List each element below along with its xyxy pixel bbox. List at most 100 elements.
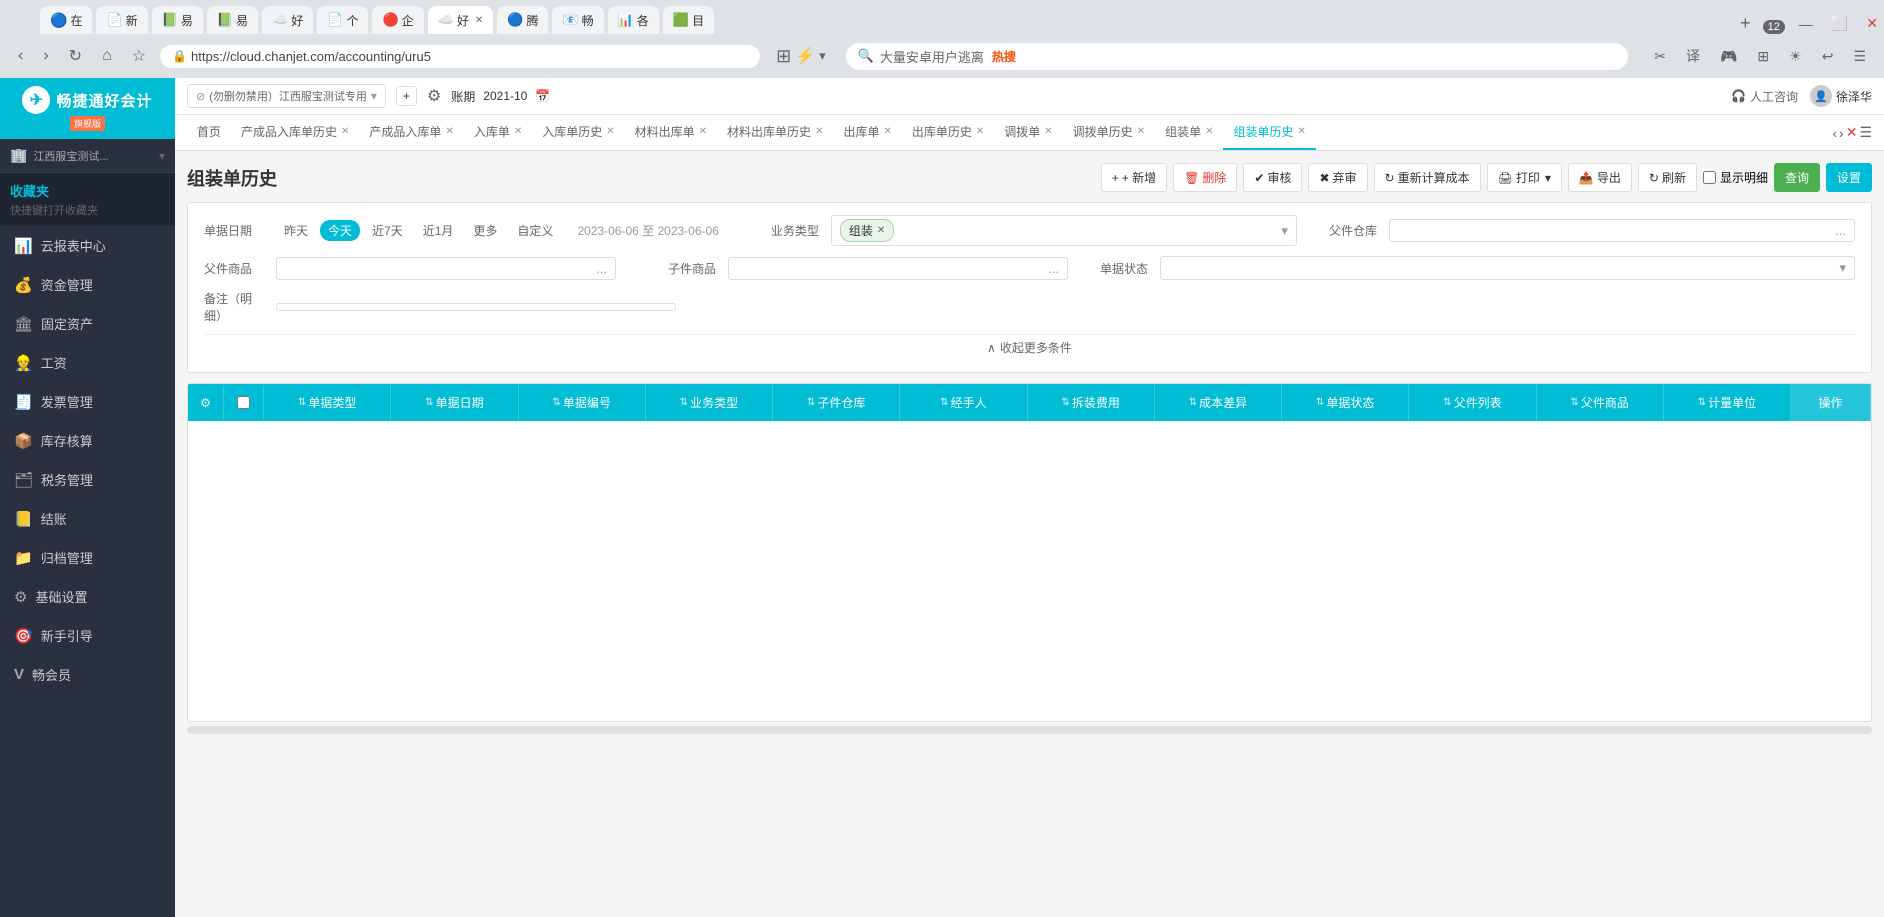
scissor-tool[interactable]: ✂ xyxy=(1648,46,1672,67)
sidebar-item-settlement[interactable]: 📒 结账 xyxy=(0,499,175,538)
sidebar-item-invoice[interactable]: 🧾 发票管理 xyxy=(0,382,175,421)
browser-tab-8[interactable]: ☁️ 好 ✕ xyxy=(428,6,494,34)
dropdown-icon[interactable]: ▾ xyxy=(819,48,826,64)
delete-button[interactable]: 🗑 删除 xyxy=(1173,163,1237,192)
tab-close-assemble[interactable]: ✕ xyxy=(1205,126,1213,137)
browser-tab-7[interactable]: 🔴 企 xyxy=(372,6,423,34)
user-info[interactable]: 👤 徐泽华 xyxy=(1810,85,1872,107)
page-tab-transfer-history[interactable]: 调拨单历史 ✕ xyxy=(1063,115,1155,150)
period-selector[interactable]: 账期 2021-10 📅 xyxy=(451,88,550,105)
tab-close-product-in[interactable]: ✕ xyxy=(445,126,453,137)
browser-tab-4[interactable]: 📗 易 xyxy=(207,6,258,34)
browser-tab-1[interactable]: 🔵 在 xyxy=(40,6,92,34)
sidebar-item-assets[interactable]: 🏛 固定资产 xyxy=(0,304,175,343)
tabs-scroll-right[interactable]: › xyxy=(1839,125,1844,141)
th-unit[interactable]: ⇅ 计量单位 xyxy=(1664,384,1791,421)
browser-tab-3[interactable]: 📗 易 xyxy=(152,6,203,34)
th-doc-type[interactable]: ⇅ 单据类型 xyxy=(264,384,391,421)
th-parent-list[interactable]: ⇅ 父件列表 xyxy=(1409,384,1536,421)
new-tab-button[interactable]: + xyxy=(1732,13,1759,34)
sidebar-item-tax[interactable]: 🗂 税务管理 xyxy=(0,460,175,499)
page-tab-inbound-history[interactable]: 入库单历史 ✕ xyxy=(532,115,624,150)
page-tab-material-out[interactable]: 材料出库单 ✕ xyxy=(625,115,717,150)
back-button[interactable]: ‹ xyxy=(12,43,29,69)
sidebar-favorites[interactable]: 收藏夹 快捷键打开收藏夹 xyxy=(0,173,175,226)
tab-close-material-out-history[interactable]: ✕ xyxy=(815,126,823,137)
tabs-close-current[interactable]: ✕ xyxy=(1846,124,1858,141)
settings-btn[interactable]: 设置 xyxy=(1826,163,1872,192)
recalculate-button[interactable]: ↻ 重新计算成本 xyxy=(1374,163,1481,192)
reload-button[interactable]: ↻ xyxy=(63,42,88,70)
parent-goods-input[interactable]: ... xyxy=(276,257,616,280)
child-goods-input[interactable]: ... xyxy=(728,257,1068,280)
tab-close-outbound[interactable]: ✕ xyxy=(883,126,891,137)
sidebar-item-archive[interactable]: 📁 归档管理 xyxy=(0,538,175,577)
game-tool[interactable]: 🎮 xyxy=(1714,46,1743,67)
query-button[interactable]: 查询 xyxy=(1774,163,1820,192)
url-bar[interactable]: 🔒 https://cloud.chanjet.com/accounting/u… xyxy=(160,45,760,68)
tab-close-inbound-history[interactable]: ✕ xyxy=(606,126,614,137)
forward-button[interactable]: › xyxy=(37,43,54,69)
biz-type-dropdown-icon[interactable]: ▾ xyxy=(1281,223,1288,239)
th-handler[interactable]: ⇅ 经手人 xyxy=(900,384,1027,421)
add-company-btn[interactable]: + xyxy=(396,86,417,106)
undo-tool[interactable]: ↩ xyxy=(1816,46,1840,67)
date-btn-7days[interactable]: 近7天 xyxy=(364,220,411,241)
parent-goods-dots[interactable]: ... xyxy=(596,261,607,276)
biz-type-remove-icon[interactable]: ✕ xyxy=(877,225,885,236)
date-btn-1month[interactable]: 近1月 xyxy=(415,220,462,241)
settings-gear-icon[interactable]: ⚙ xyxy=(427,86,441,106)
notes-input[interactable] xyxy=(276,303,676,311)
translate-tool[interactable]: 译 xyxy=(1680,44,1706,68)
tab-close-transfer-history[interactable]: ✕ xyxy=(1137,126,1145,137)
status-dropdown-icon[interactable]: ▾ xyxy=(1839,260,1846,276)
home-button[interactable]: ⌂ xyxy=(96,43,118,69)
collapse-button[interactable]: ∧ 收起更多条件 xyxy=(204,334,1855,360)
tab-close-assemble-history[interactable]: ✕ xyxy=(1298,126,1306,137)
page-tab-outbound-history[interactable]: 出库单历史 ✕ xyxy=(902,115,994,150)
export-button[interactable]: 📤 导出 xyxy=(1568,163,1632,192)
page-tab-home[interactable]: 首页 xyxy=(187,115,231,150)
parent-warehouse-input[interactable]: ... xyxy=(1389,219,1855,242)
sidebar-item-settings[interactable]: ⚙ 基础设置 xyxy=(0,577,175,616)
tabs-menu[interactable]: ☰ xyxy=(1859,124,1872,141)
lightning-icon[interactable]: ⚡ xyxy=(795,46,815,66)
add-button[interactable]: + + 新增 xyxy=(1101,163,1167,192)
menu-tool[interactable]: ☰ xyxy=(1847,46,1872,67)
th-sub-warehouse[interactable]: ⇅ 子件仓库 xyxy=(773,384,900,421)
sidebar-item-finance[interactable]: 💰 资金管理 xyxy=(0,265,175,304)
maximize-button[interactable]: ⬜ xyxy=(1825,13,1854,34)
company-selector-topbar[interactable]: ⊘ (勿删勿禁用）江西服宝测试专用 ▾ xyxy=(187,84,386,108)
browser-tab-2[interactable]: 📄 新 xyxy=(96,6,147,34)
date-btn-today[interactable]: 今天 xyxy=(320,220,360,241)
page-tab-outbound[interactable]: 出库单 ✕ xyxy=(833,115,901,150)
tab-close-inbound[interactable]: ✕ xyxy=(514,126,522,137)
th-doc-status[interactable]: ⇅ 单据状态 xyxy=(1282,384,1409,421)
tab-close-transfer[interactable]: ✕ xyxy=(1044,126,1052,137)
abandon-button[interactable]: ✖ 弃审 xyxy=(1308,163,1367,192)
minimize-button[interactable]: — xyxy=(1793,14,1819,34)
th-doc-date[interactable]: ⇅ 单据日期 xyxy=(391,384,518,421)
browser-tab-11[interactable]: 📊 各 xyxy=(608,6,659,34)
child-goods-dots[interactable]: ... xyxy=(1048,261,1059,276)
page-tab-material-out-history[interactable]: 材料出库单历史 ✕ xyxy=(717,115,833,150)
parent-warehouse-dots[interactable]: ... xyxy=(1835,223,1846,238)
page-tab-assemble[interactable]: 组装单 ✕ xyxy=(1155,115,1223,150)
sidebar-item-guide[interactable]: 🎯 新手引导 xyxy=(0,616,175,655)
date-btn-yesterday[interactable]: 昨天 xyxy=(276,220,316,241)
browser-tab-6[interactable]: 📄 个 xyxy=(317,6,368,34)
brightness-tool[interactable]: ☀ xyxy=(1783,46,1808,67)
search-bar[interactable]: 🔍 大量安卓用户逃离 热搜 xyxy=(846,43,1629,70)
th-doc-number[interactable]: ⇅ 单据编号 xyxy=(519,384,646,421)
print-button[interactable]: 🖨 打印 ▾ xyxy=(1487,163,1562,192)
calendar-icon[interactable]: 📅 xyxy=(535,89,550,103)
browser-tab-5[interactable]: ☁️ 好 xyxy=(262,6,313,34)
tab-close-material-out[interactable]: ✕ xyxy=(699,126,707,137)
th-biz-type[interactable]: ⇅ 业务类型 xyxy=(646,384,773,421)
select-all-checkbox[interactable] xyxy=(237,396,250,409)
apps-tool[interactable]: ⊞ xyxy=(1751,46,1775,67)
page-tab-product-in-history[interactable]: 产成品入库单历史 ✕ xyxy=(231,115,359,150)
biz-type-input[interactable]: 组装 ✕ ▾ xyxy=(831,215,1297,246)
tab-close-outbound-history[interactable]: ✕ xyxy=(976,126,984,137)
browser-tab-10[interactable]: 📧 畅 xyxy=(552,6,603,34)
